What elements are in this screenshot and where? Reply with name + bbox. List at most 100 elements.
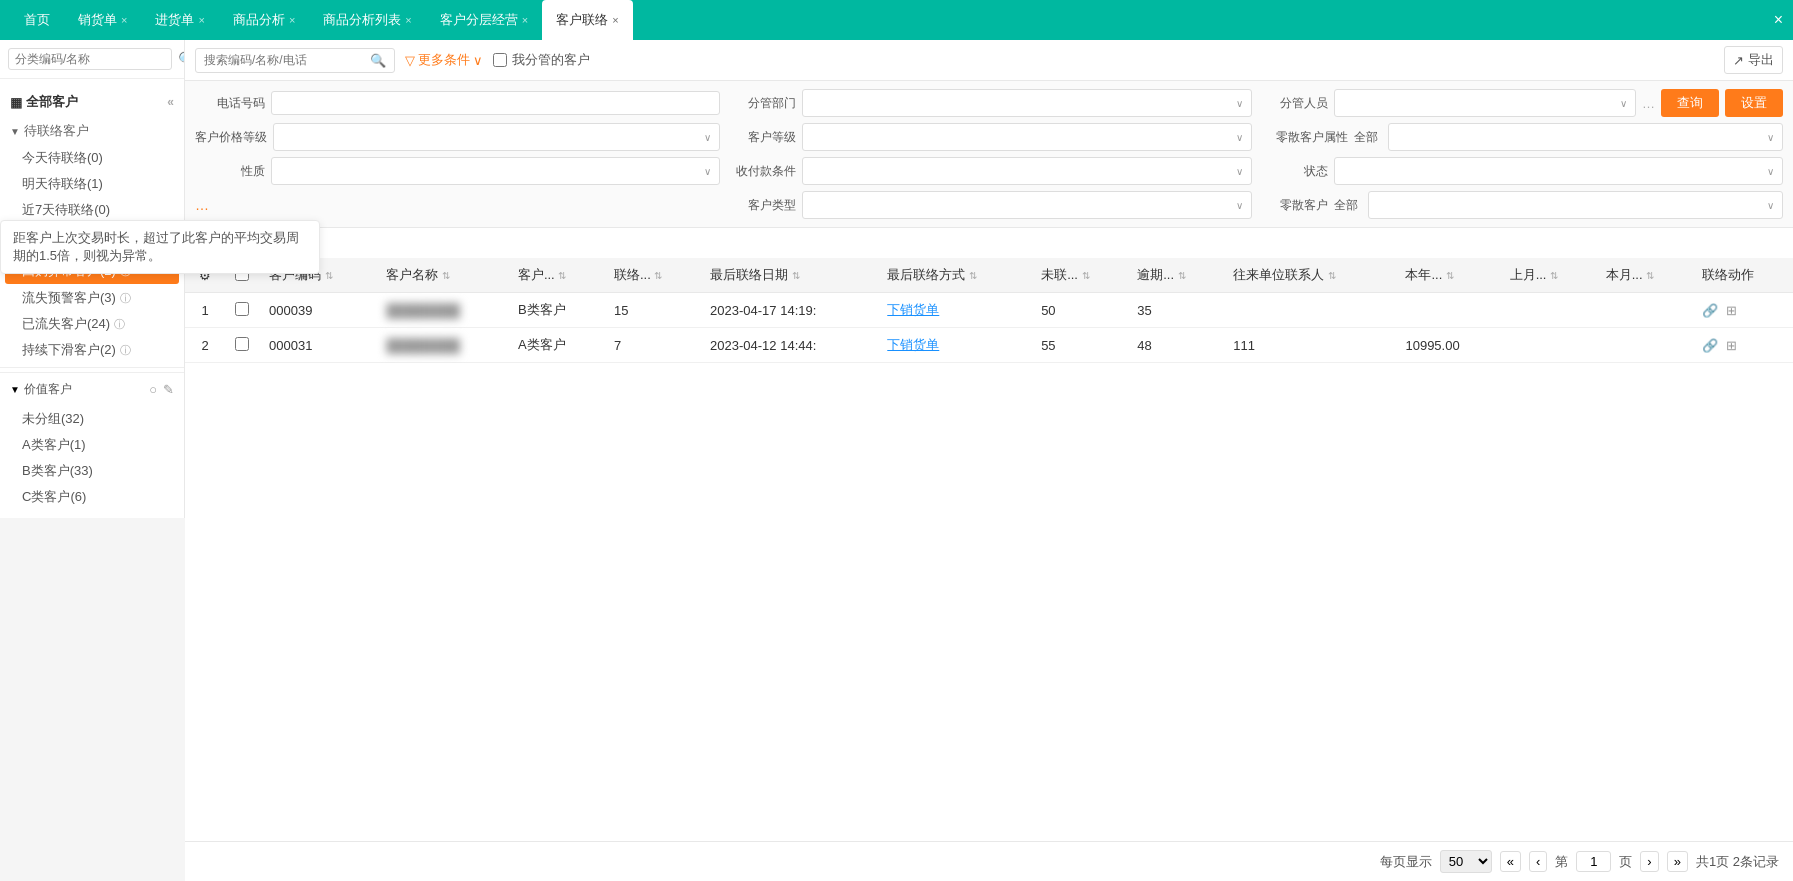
payment-select[interactable]: ∨ bbox=[802, 157, 1251, 185]
tab-customer-contact[interactable]: 客户联络 × bbox=[542, 0, 632, 40]
sort-icon-contacts[interactable]: ⇅ bbox=[1328, 270, 1336, 281]
sort-icon-type[interactable]: ⇅ bbox=[558, 270, 566, 281]
row2-link-icon[interactable]: 🔗 bbox=[1702, 338, 1718, 353]
sidebar-item-tomorrow[interactable]: 明天待联络(1) bbox=[0, 171, 184, 197]
app-close-button[interactable]: × bbox=[1774, 11, 1783, 29]
sidebar-item-loss-warning[interactable]: 流失预警客户(3) ⓘ bbox=[0, 285, 184, 311]
row1-last-method[interactable]: 下销货单 bbox=[877, 293, 1031, 328]
sort-icon-code[interactable]: ⇅ bbox=[325, 270, 333, 281]
row2-checkbox bbox=[225, 328, 259, 363]
more-dots-icon[interactable]: … bbox=[195, 197, 209, 213]
next-page-button[interactable]: › bbox=[1640, 851, 1658, 872]
sidebar-item-lost-customers[interactable]: 已流失客户(24) ⓘ bbox=[0, 311, 184, 337]
sidebar-item-declining[interactable]: 持续下滑客户(2) ⓘ bbox=[0, 337, 184, 363]
tab-product-analysis-list[interactable]: 商品分析列表 × bbox=[309, 0, 425, 40]
page-number-input[interactable] bbox=[1576, 851, 1611, 872]
row2-action-icons: 🔗 ⊞ bbox=[1702, 338, 1783, 353]
sidebar-parent-pending-contact[interactable]: ▼ 待联络客户 bbox=[0, 117, 184, 145]
customer-type-select[interactable]: ∨ bbox=[802, 191, 1251, 219]
tab-customer-contact-close[interactable]: × bbox=[612, 14, 618, 26]
row1-last-month bbox=[1500, 293, 1596, 328]
row2-name: ████████ bbox=[376, 328, 508, 363]
row1-select[interactable] bbox=[235, 302, 249, 316]
row1-grid-icon[interactable]: ⊞ bbox=[1726, 303, 1737, 318]
col-last-month-header: 上月... ⇅ bbox=[1500, 258, 1596, 293]
row2-last-month bbox=[1500, 328, 1596, 363]
tab-sales-order-close[interactable]: × bbox=[121, 14, 127, 26]
price-grade-label: 客户价格等级 bbox=[195, 129, 267, 146]
sidebar-item-today[interactable]: 今天待联络(0) bbox=[0, 145, 184, 171]
per-page-select[interactable]: 50 100 200 bbox=[1440, 850, 1492, 873]
row1-num: 1 bbox=[185, 293, 225, 328]
last-page-button[interactable]: » bbox=[1667, 851, 1688, 872]
sort-icon-last-date[interactable]: ⇅ bbox=[792, 270, 800, 281]
my-customers-check[interactable] bbox=[493, 53, 507, 67]
collapse-icon[interactable]: « bbox=[167, 95, 174, 109]
filter-icon: ▽ bbox=[405, 53, 415, 68]
customer-grade-select[interactable]: ∨ bbox=[802, 123, 1251, 151]
dept-select[interactable]: ∨ bbox=[802, 89, 1251, 117]
scroll-area[interactable]: ⚙ 客户编码 ⇅ 客户名称 ⇅ bbox=[185, 258, 1793, 363]
price-grade-select[interactable]: ∨ bbox=[273, 123, 720, 151]
tab-product-analysis[interactable]: 商品分析 × bbox=[219, 0, 309, 40]
retail-attr-select[interactable]: ∨ bbox=[1388, 123, 1783, 151]
sort-icon-this-year[interactable]: ⇅ bbox=[1446, 270, 1454, 281]
more-conditions-btn[interactable]: ▽ 更多条件 ∨ bbox=[405, 51, 483, 69]
filter-row-2: 分管部门 ∨ bbox=[726, 89, 1251, 117]
edit-icon[interactable]: ✎ bbox=[163, 382, 174, 397]
total-records: 共1页 2条记录 bbox=[1696, 853, 1779, 871]
search-icon[interactable]: 🔍 bbox=[370, 53, 386, 68]
tab-product-analysis-list-close[interactable]: × bbox=[405, 14, 411, 26]
sort-icon-this-month[interactable]: ⇅ bbox=[1646, 270, 1654, 281]
tab-purchase-order[interactable]: 进货单 × bbox=[141, 0, 218, 40]
query-button[interactable]: 查询 bbox=[1661, 89, 1719, 117]
filter-row-12: 零散客户 全部 ∨ bbox=[1258, 191, 1783, 219]
status-label: 状态 bbox=[1258, 163, 1328, 180]
caret-icon-6: ∨ bbox=[704, 166, 711, 177]
settings-button[interactable]: 设置 bbox=[1725, 89, 1783, 117]
sidebar-item-all-customers[interactable]: ▦ 全部客户 « bbox=[0, 87, 184, 117]
person-select[interactable]: ∨ bbox=[1334, 89, 1636, 117]
status-select[interactable]: ∨ bbox=[1334, 157, 1783, 185]
export-button[interactable]: ↗ 导出 bbox=[1724, 46, 1783, 74]
sort-icon-contact-count[interactable]: ⇅ bbox=[654, 270, 662, 281]
filter-row-8: 收付款条件 ∨ bbox=[726, 157, 1251, 185]
my-customers-checkbox[interactable]: 我分管的客户 bbox=[493, 51, 590, 69]
sort-icon-name[interactable]: ⇅ bbox=[442, 270, 450, 281]
row2-grid-icon[interactable]: ⊞ bbox=[1726, 338, 1737, 353]
col-unlisted-header: 未联... ⇅ bbox=[1031, 258, 1127, 293]
sidebar-item-class-b[interactable]: B类客户(33) bbox=[0, 458, 184, 484]
phone-input[interactable] bbox=[271, 91, 720, 115]
page-label: 第 bbox=[1555, 853, 1568, 871]
prev-page-button[interactable]: ‹ bbox=[1529, 851, 1547, 872]
tab-purchase-order-close[interactable]: × bbox=[198, 14, 204, 26]
sidebar-search-icon[interactable]: 🔍 bbox=[178, 51, 185, 67]
payment-label: 收付款条件 bbox=[726, 163, 796, 180]
row2-last-method[interactable]: 下销货单 bbox=[877, 328, 1031, 363]
sort-icon-overdue[interactable]: ⇅ bbox=[1178, 270, 1186, 281]
sidebar-item-unclassified[interactable]: 未分组(32) bbox=[0, 406, 184, 432]
grid-icon: ▦ bbox=[10, 95, 22, 110]
sort-icon-last-month[interactable]: ⇅ bbox=[1550, 270, 1558, 281]
row2-select[interactable] bbox=[235, 337, 249, 351]
tab-product-analysis-close[interactable]: × bbox=[289, 14, 295, 26]
tab-home[interactable]: 首页 bbox=[10, 0, 64, 40]
sidebar-item-class-a[interactable]: A类客户(1) bbox=[0, 432, 184, 458]
retail-attr-label: 零散客户属性 bbox=[1258, 129, 1348, 146]
retail-customer-select[interactable]: ∨ bbox=[1368, 191, 1783, 219]
sort-icon-unlisted[interactable]: ⇅ bbox=[1082, 270, 1090, 281]
sort-icon-last-method[interactable]: ⇅ bbox=[969, 270, 977, 281]
first-page-button[interactable]: « bbox=[1500, 851, 1521, 872]
nature-select[interactable]: ∨ bbox=[271, 157, 720, 185]
row1-link-icon[interactable]: 🔗 bbox=[1702, 303, 1718, 318]
col-last-date-header: 最后联络日期 ⇅ bbox=[700, 258, 877, 293]
sidebar-item-class-c[interactable]: C类客户(6) bbox=[0, 484, 184, 510]
sidebar-search-input[interactable] bbox=[8, 48, 172, 70]
person-more-icon[interactable]: … bbox=[1642, 96, 1655, 111]
tab-customer-tier-close[interactable]: × bbox=[522, 14, 528, 26]
dept-label: 分管部门 bbox=[726, 95, 796, 112]
circle-icon[interactable]: ○ bbox=[149, 382, 157, 397]
search-input[interactable] bbox=[204, 53, 366, 67]
tab-customer-tier[interactable]: 客户分层经营 × bbox=[426, 0, 542, 40]
tab-sales-order[interactable]: 销货单 × bbox=[64, 0, 141, 40]
